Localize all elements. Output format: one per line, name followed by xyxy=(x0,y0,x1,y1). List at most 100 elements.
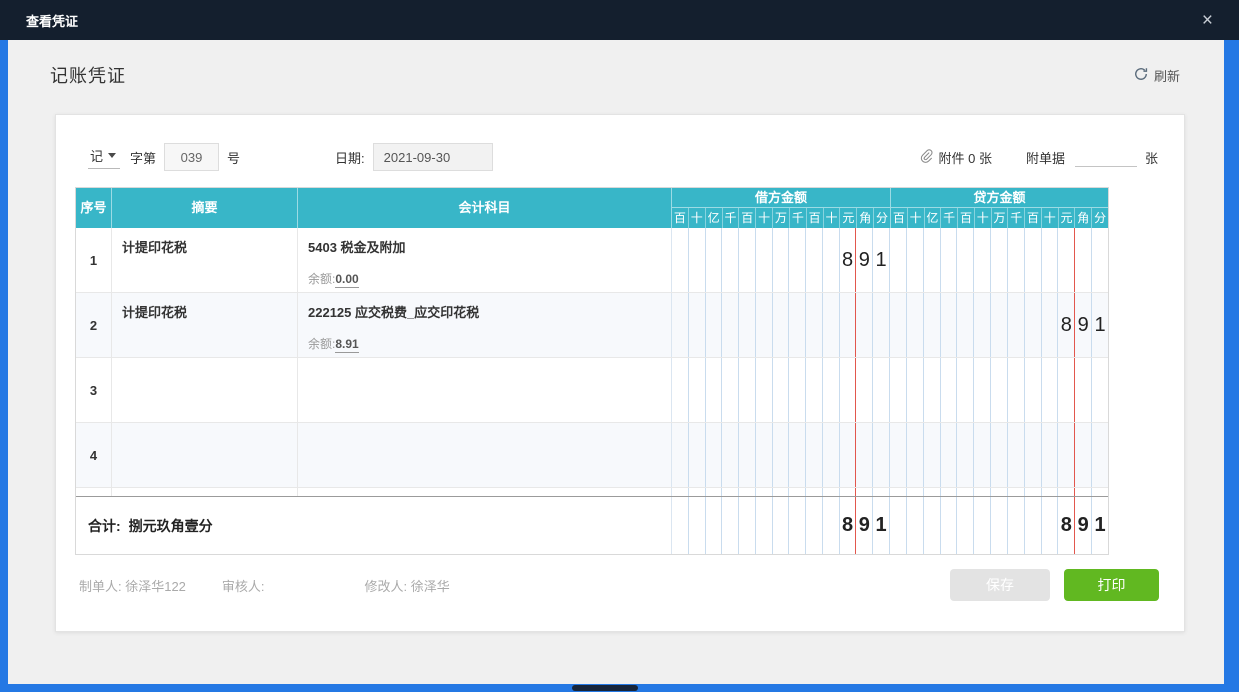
row-account: 222125 应交税费_应交印花税 余额:8.91 xyxy=(298,293,672,357)
amount-digit-cell xyxy=(941,228,958,292)
digit-column-label: 元 xyxy=(1059,208,1076,228)
horizontal-scrollbar-thumb[interactable] xyxy=(572,685,638,691)
voucher-number-input[interactable] xyxy=(164,143,220,171)
amount-digit-cell xyxy=(739,488,756,496)
table-row[interactable]: 3 xyxy=(76,358,1108,423)
close-icon[interactable]: × xyxy=(1202,11,1213,30)
chevron-down-icon xyxy=(108,152,117,158)
amount-digit-cell xyxy=(840,488,857,496)
date-label: 日期: xyxy=(335,150,365,166)
total-row: 合计: 捌元玖角壹分 891 891 xyxy=(76,496,1108,554)
voucher-card: 记 字第 号 日期: 附件 0 张 附单据 xyxy=(55,114,1185,632)
amount-digit-cell xyxy=(739,228,756,292)
header-credit: 贷方金额 百十亿千百十万千百十元角分 xyxy=(890,188,1108,228)
digit-column-label: 百 xyxy=(958,208,975,228)
amount-digit-cell xyxy=(890,488,907,496)
digit-column-label: 亿 xyxy=(925,208,942,228)
amount-digit-cell xyxy=(1092,228,1108,292)
amount-digit-cell xyxy=(856,488,874,496)
amount-digit-cell xyxy=(1058,423,1076,487)
amount-digit-cell xyxy=(806,228,823,292)
balance-label: 余额: xyxy=(308,337,336,351)
amount-digit-cell xyxy=(941,488,958,496)
auditor-label: 审核人: xyxy=(221,578,265,594)
amount-digit-cell xyxy=(1092,488,1108,496)
amount-digit-cell: 9 xyxy=(856,228,874,292)
amount-digit-cell xyxy=(689,497,706,554)
row-debit-amount xyxy=(672,488,890,496)
attachment-label: 附件 0 张 xyxy=(938,150,992,166)
amount-digit-cell xyxy=(706,423,723,487)
digit-column-label: 百 xyxy=(672,208,689,228)
account-balance: 余额:8.91 xyxy=(308,335,661,353)
amount-digit-cell xyxy=(840,358,857,422)
attached-doc-count-input[interactable] xyxy=(1074,147,1137,167)
amount-digit-cell xyxy=(1042,423,1059,487)
amount-digit-cell xyxy=(1008,497,1025,554)
amount-digit-cell xyxy=(1058,488,1076,496)
row-debit-amount xyxy=(672,358,890,422)
amount-digit-cell xyxy=(941,293,958,357)
amount-digit-cell xyxy=(1025,358,1042,422)
row-debit-amount xyxy=(672,423,890,487)
amount-digit-cell xyxy=(1025,497,1042,554)
date-group: 日期: xyxy=(335,143,493,171)
digit-column-label: 千 xyxy=(790,208,807,228)
table-row[interactable]: 1 计提印花税 5403 税金及附加 余额:0.00 8 9 1 xyxy=(76,228,1108,293)
amount-digit-cell xyxy=(806,293,823,357)
digit-column-label: 角 xyxy=(1075,208,1093,228)
print-button[interactable]: 打印 xyxy=(1064,569,1159,601)
save-button[interactable]: 保存 xyxy=(950,569,1050,601)
date-input[interactable] xyxy=(372,143,493,171)
voucher-meta: 记 字第 号 日期: 附件 0 张 附单据 xyxy=(56,115,1184,171)
amount-digit-cell xyxy=(890,293,907,357)
table-row[interactable]: 4 xyxy=(76,423,1108,488)
voucher-table: 序号 摘要 会计科目 借方金额 百十亿千百十万千百十元角分 贷方金额 百十亿千百… xyxy=(75,187,1109,555)
amount-digit-cell xyxy=(1075,488,1093,496)
refresh-button[interactable]: 刷新 xyxy=(1134,66,1180,85)
amount-digit-cell xyxy=(789,497,807,554)
amount-digit-cell xyxy=(789,293,807,357)
amount-digit-cell xyxy=(957,293,975,357)
row-summary xyxy=(112,358,298,422)
amount-digit-cell xyxy=(1008,228,1025,292)
amount-digit-cell xyxy=(806,358,823,422)
amount-digit-cell xyxy=(924,488,941,496)
amount-digit-cell xyxy=(840,423,857,487)
digit-column-label: 万 xyxy=(992,208,1009,228)
amount-digit-cell xyxy=(1025,293,1042,357)
amount-digit-cell xyxy=(739,358,756,422)
digit-column-label: 百 xyxy=(807,208,824,228)
row-summary xyxy=(112,423,298,487)
amount-digit-cell xyxy=(823,497,840,554)
table-row[interactable]: 2 计提印花税 222125 应交税费_应交印花税 余额:8.91 8 9 1 xyxy=(76,293,1108,358)
amount-digit-cell xyxy=(941,497,958,554)
total-label-cell: 合计: 捌元玖角壹分 xyxy=(76,497,672,554)
refresh-icon xyxy=(1134,67,1148,84)
digit-column-label: 角 xyxy=(857,208,875,228)
amount-digit-cell xyxy=(823,358,840,422)
amount-digit-cell xyxy=(890,358,907,422)
maker-label: 制单人: 徐泽华122 xyxy=(79,578,186,594)
amount-digit-cell xyxy=(1092,358,1108,422)
amount-digit-cell xyxy=(689,423,706,487)
amount-digit-cell xyxy=(974,488,992,496)
total-credit-amount: 891 xyxy=(890,497,1108,554)
voucher-table-body: 1 计提印花税 5403 税金及附加 余额:0.00 8 9 1 2 计提印花税 222125 应… xyxy=(76,228,1108,496)
amount-digit-cell xyxy=(974,358,992,422)
header-summary: 摘要 xyxy=(112,188,298,228)
amount-digit-cell xyxy=(773,228,790,292)
amount-digit-cell xyxy=(1008,488,1025,496)
amount-digit-cell xyxy=(991,488,1008,496)
amount-digit-cell xyxy=(873,293,890,357)
amount-digit-cell xyxy=(1092,423,1108,487)
paperclip-icon xyxy=(919,148,933,166)
amount-digit-cell xyxy=(706,497,723,554)
amount-digit-cell xyxy=(957,488,975,496)
refresh-label: 刷新 xyxy=(1153,68,1180,84)
amount-digit-cell xyxy=(756,488,773,496)
dialog-titlebar: 查看凭证 × xyxy=(0,0,1239,40)
attachment-link[interactable]: 附件 0 张 xyxy=(919,148,992,167)
voucher-type-select[interactable]: 记 xyxy=(88,146,121,169)
amount-digit-cell xyxy=(890,423,907,487)
